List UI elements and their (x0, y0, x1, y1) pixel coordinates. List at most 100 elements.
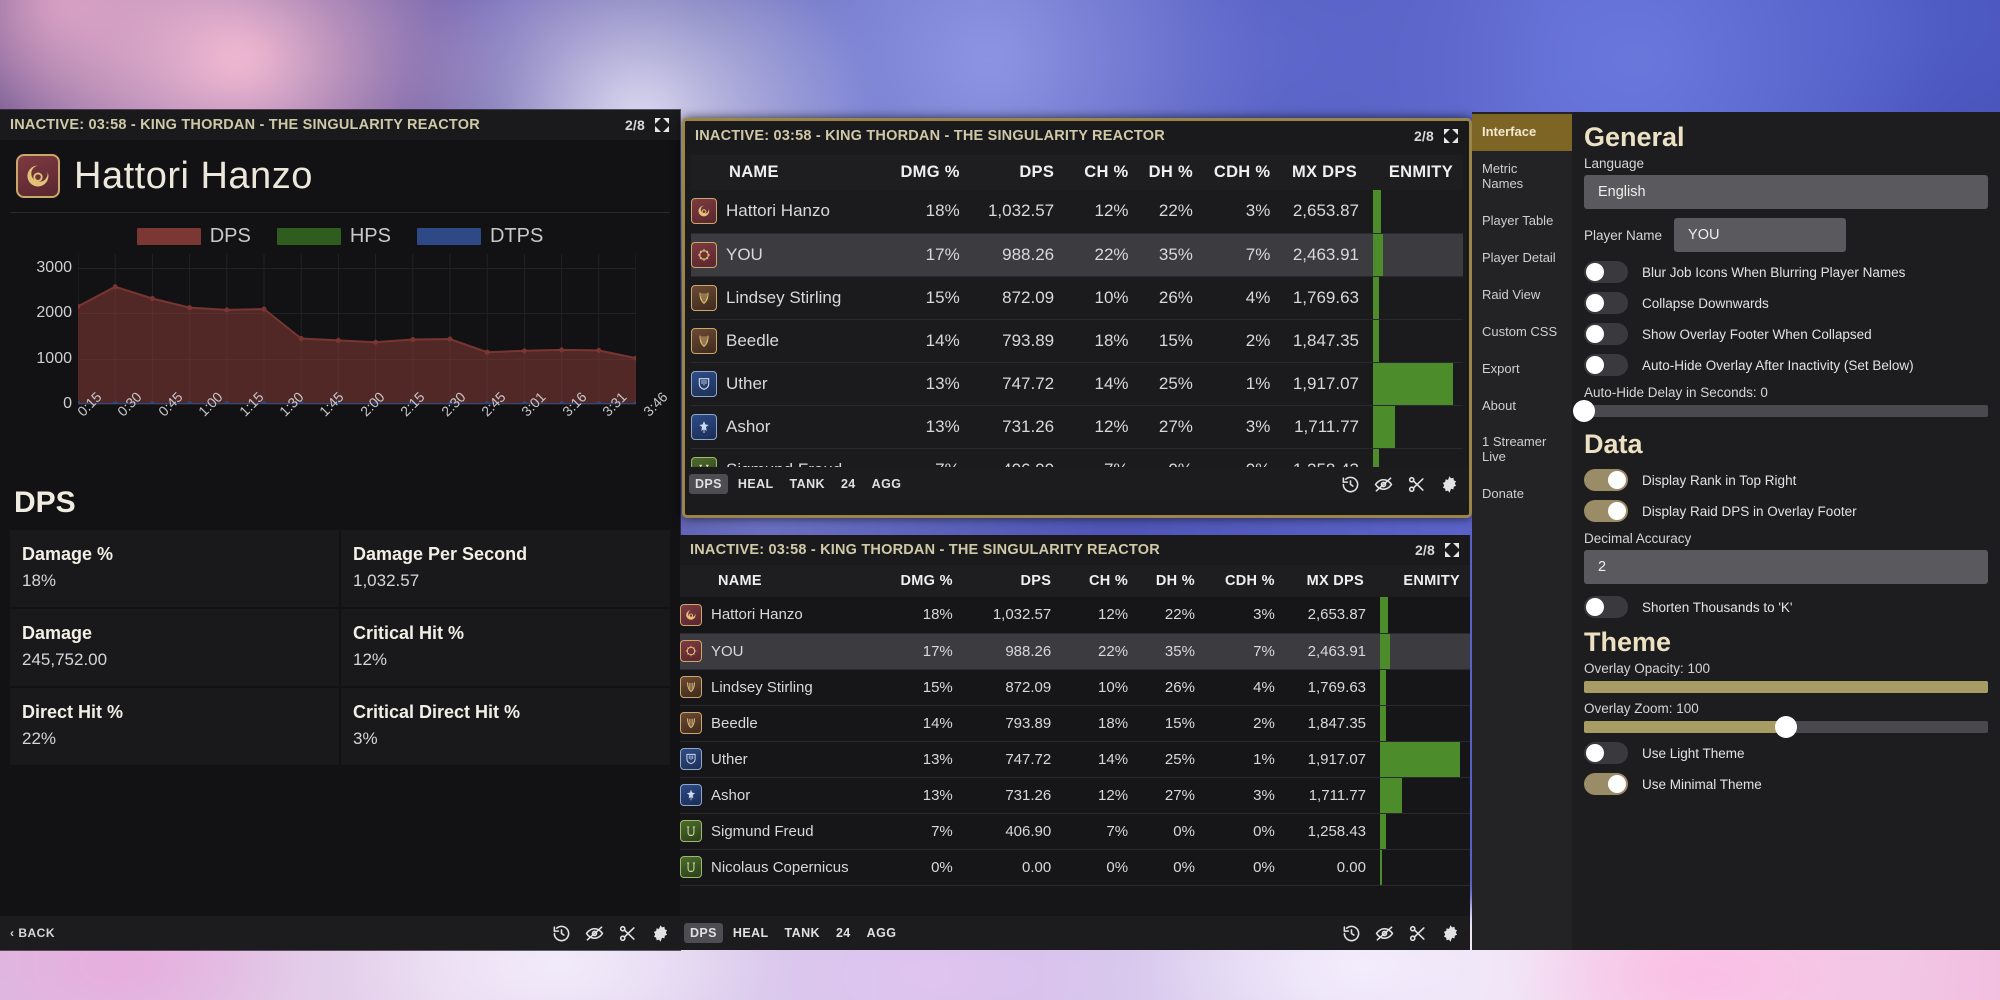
scissors-icon[interactable] (1408, 924, 1427, 943)
table-row[interactable]: Lindsey Stirling 15% 872.09 10% 26% 4% 1,769.6… (691, 276, 1463, 319)
footer-tab-dps[interactable]: DPS (689, 474, 728, 494)
settings-nav-item-player-detail[interactable]: Player Detail (1472, 240, 1572, 277)
column-header-enmity[interactable]: ENMITY (1373, 155, 1463, 190)
history-icon[interactable] (552, 924, 571, 943)
settings-nav-item-metric-names[interactable]: Metric Names (1472, 151, 1572, 203)
table-row[interactable]: Uther 13% 747.72 14% 25% 1% 1,917.07 (691, 362, 1463, 405)
footer-tab-tank[interactable]: TANK (785, 926, 820, 940)
language-label: Language (1584, 156, 1645, 171)
gear-icon[interactable] (1441, 924, 1460, 943)
settings-nav-item-about[interactable]: About (1472, 388, 1572, 425)
general-toggle[interactable] (1584, 323, 1628, 345)
data-toggle[interactable] (1584, 500, 1628, 522)
decimal-accuracy-input[interactable]: 2 (1584, 550, 1988, 584)
cell-crit-hit: 10% (1094, 287, 1129, 307)
column-header[interactable]: DH % (1144, 565, 1211, 597)
eye-off-icon[interactable] (585, 924, 604, 943)
column-header[interactable]: CH % (1080, 155, 1145, 190)
cell-direct-hit: 26% (1158, 287, 1193, 307)
footer-tab-heal[interactable]: HEAL (738, 477, 774, 491)
footer-tab-agg[interactable]: AGG (872, 477, 902, 491)
footer-tab-tank[interactable]: TANK (790, 477, 825, 491)
gear-icon[interactable] (651, 924, 670, 943)
shorten-thousands-toggle[interactable] (1584, 596, 1628, 618)
move-icon[interactable] (1443, 128, 1459, 144)
settings-nav-item-1-streamer-live[interactable]: 1 Streamer Live (1472, 424, 1572, 476)
table-row[interactable]: Beedle 14% 793.89 18% 15% 2% 1,847.35 (691, 319, 1463, 362)
overlay-title-bar[interactable]: INACTIVE: 03:58 - KING THORDAN - THE SIN… (685, 121, 1469, 151)
history-icon[interactable] (1341, 475, 1360, 494)
table-row[interactable]: Ashor 13% 731.26 12% 27% 3% 1,711.77 (691, 405, 1463, 448)
footer-tab-24[interactable]: 24 (841, 477, 856, 491)
stat-value: 3% (353, 729, 378, 748)
eye-off-icon[interactable] (1374, 475, 1393, 494)
data-toggle[interactable] (1584, 469, 1628, 491)
overlay-zoom-slider[interactable] (1584, 716, 1988, 738)
table-row[interactable]: YOU 17% 988.26 22% 35% 7% 2,463.91 (680, 633, 1470, 669)
theme-toggle[interactable] (1584, 742, 1628, 764)
general-toggle[interactable] (1584, 354, 1628, 376)
column-header[interactable]: MX DPS (1286, 155, 1373, 190)
column-header[interactable]: CDH % (1208, 155, 1287, 190)
column-header[interactable]: CH % (1077, 565, 1145, 597)
cell-damage-percent: 13% (925, 373, 960, 393)
settings-nav-item-custom-css[interactable]: Custom CSS (1472, 314, 1572, 351)
autohide-delay-slider[interactable] (1573, 400, 1988, 422)
column-header[interactable]: DMG % (894, 155, 982, 190)
move-icon[interactable] (1444, 542, 1460, 558)
cell-crit-direct-hit: 0% (1209, 448, 1286, 468)
eye-off-icon[interactable] (1375, 924, 1394, 943)
column-header[interactable]: CDH % (1210, 565, 1291, 597)
settings-nav-item-raid-view[interactable]: Raid View (1472, 277, 1572, 314)
table-row[interactable]: Ashor 13% 731.26 12% 27% 3% 1,711.77 (680, 777, 1470, 813)
table-row[interactable]: Hattori Hanzo 18% 1,032.57 12% 22% 3% 2,653.87 (691, 190, 1463, 233)
column-header[interactable]: DPS (974, 565, 1078, 597)
cell-max-dps: 1,769.63 (1292, 287, 1359, 307)
column-header[interactable]: DH % (1144, 155, 1209, 190)
table-row[interactable]: Beedle 14% 793.89 18% 15% 2% 1,847.35 (680, 705, 1470, 741)
scissors-icon[interactable] (618, 924, 637, 943)
overlay-title-bar[interactable]: INACTIVE: 03:58 - KING THORDAN - THE SIN… (680, 535, 1470, 565)
column-header-enmity[interactable]: ENMITY (1380, 565, 1470, 597)
table-row[interactable]: Sigmund Freud7%406.907%0%0%1,258.43 (691, 448, 1463, 467)
general-toggle[interactable] (1584, 292, 1628, 314)
legend-swatch-dtps (416, 228, 481, 245)
footer-tab-heal[interactable]: HEAL (733, 926, 769, 940)
settings-nav-item-interface[interactable]: Interface (1472, 114, 1572, 151)
table-row[interactable]: Nicolaus Copernicus 0% 0.00 0% 0% 0% 0.00 (680, 849, 1470, 885)
footer-tab-dps[interactable]: DPS (684, 923, 723, 943)
column-header[interactable]: DPS (981, 155, 1081, 190)
autohide-delay-label: Auto-Hide Delay in Seconds: 0 (1584, 385, 1768, 400)
language-select[interactable]: English (1584, 175, 1988, 209)
history-icon[interactable] (1342, 924, 1361, 943)
cell-damage-percent: 14% (925, 330, 960, 350)
table-row[interactable]: YOU 17% 988.26 22% 35% 7% 2,463.91 (691, 233, 1463, 276)
back-button[interactable]: ‹ BACK (10, 926, 55, 940)
cell-enmity (1380, 705, 1470, 741)
table-row[interactable]: Uther 13% 747.72 14% 25% 1% 1,917.07 (680, 741, 1470, 777)
settings-nav-item-donate[interactable]: Donate (1472, 476, 1572, 513)
scissors-icon[interactable] (1407, 475, 1426, 494)
general-toggle[interactable] (1584, 261, 1628, 283)
stat-value: 18% (22, 571, 57, 590)
footer-tab-24[interactable]: 24 (836, 926, 851, 940)
column-header-name[interactable]: NAME (691, 155, 895, 190)
settings-nav-item-player-table[interactable]: Player Table (1472, 203, 1572, 240)
table-row[interactable]: Lindsey Stirling 15% 872.09 10% 26% 4% 1,769.6… (680, 669, 1470, 705)
overlay-opacity-slider[interactable] (1584, 681, 1988, 693)
bard-icon (680, 712, 702, 734)
cell-crit-direct-hit: 3% (1245, 416, 1271, 436)
move-icon[interactable] (654, 117, 670, 133)
player-name-input[interactable]: YOU (1674, 218, 1847, 252)
table-row[interactable]: Hattori Hanzo 18% 1,032.57 12% 22% 3% 2,653.87 (680, 597, 1470, 633)
gear-icon[interactable] (1440, 475, 1459, 494)
overlay-table-scroll[interactable]: NAME DMG % DPS CH % DH % CDH % MX DPS ENMITY Hat… (685, 151, 1469, 467)
column-header[interactable]: DMG % (884, 565, 975, 597)
footer-tab-agg[interactable]: AGG (867, 926, 897, 940)
table-row[interactable]: Sigmund Freud7%406.907%0%0%1,258.43 (680, 813, 1470, 849)
theme-toggle[interactable] (1584, 773, 1628, 795)
settings-nav-item-export[interactable]: Export (1472, 351, 1572, 388)
column-header-name[interactable]: NAME (680, 565, 885, 597)
player-detail-title-bar[interactable]: INACTIVE: 03:58 - KING THORDAN - THE SIN… (0, 110, 680, 140)
column-header[interactable]: MX DPS (1290, 565, 1380, 597)
